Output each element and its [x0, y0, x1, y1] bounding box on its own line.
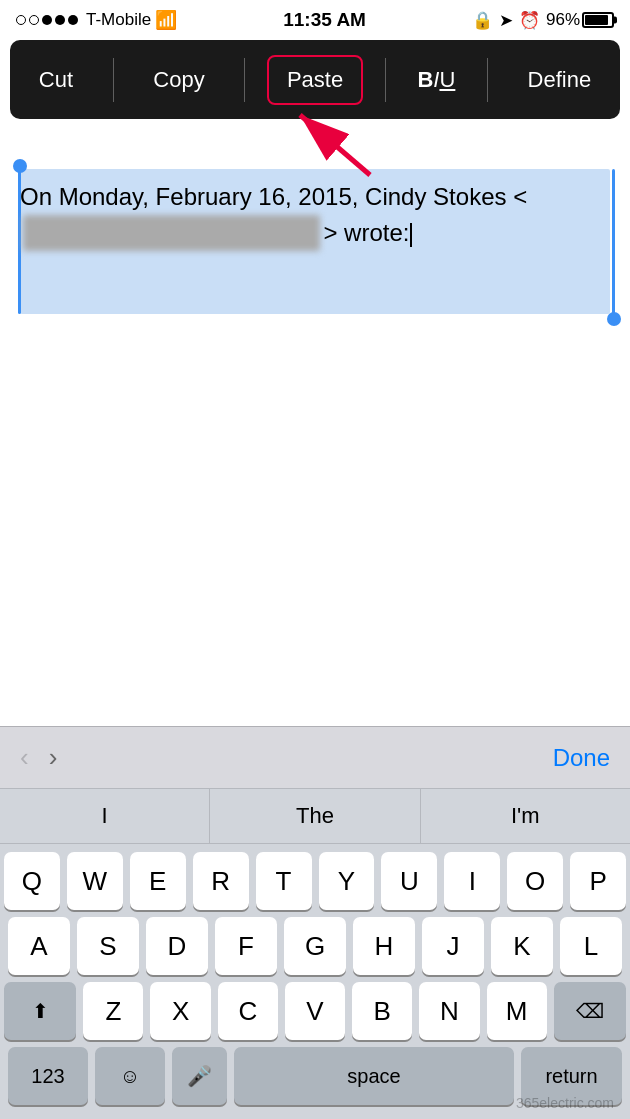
- done-button[interactable]: Done: [553, 744, 610, 772]
- battery-body: [582, 12, 614, 28]
- location-icon: ➤: [499, 10, 513, 31]
- key-h[interactable]: H: [353, 917, 415, 975]
- key-q[interactable]: Q: [4, 852, 60, 910]
- dot2: [29, 15, 39, 25]
- microphone-button[interactable]: 🎤: [172, 1047, 227, 1105]
- prev-arrow-button[interactable]: ‹: [20, 742, 29, 773]
- battery-fill: [585, 15, 608, 25]
- dot1: [16, 15, 26, 25]
- numbers-button[interactable]: 123: [8, 1047, 88, 1105]
- wifi-icon: 📶: [155, 9, 177, 31]
- keyboard-container: ‹ › Done I The I'm Q W E R T Y U I O P A…: [0, 726, 630, 1119]
- autocomplete-i[interactable]: I: [0, 789, 209, 843]
- key-i[interactable]: I: [444, 852, 500, 910]
- battery-indicator: 96%: [546, 10, 614, 30]
- key-c[interactable]: C: [218, 982, 278, 1040]
- next-arrow-button[interactable]: ›: [49, 742, 58, 773]
- key-f[interactable]: F: [215, 917, 277, 975]
- key-d[interactable]: D: [146, 917, 208, 975]
- battery-percent: 96%: [546, 10, 580, 30]
- key-e[interactable]: E: [130, 852, 186, 910]
- arrow-annotation: [270, 95, 390, 189]
- copy-button[interactable]: Copy: [135, 57, 222, 103]
- key-p[interactable]: P: [570, 852, 626, 910]
- key-row-1: Q W E R T Y U I O P: [4, 852, 626, 910]
- keyboard-toolbar: ‹ › Done: [0, 726, 630, 788]
- key-w[interactable]: W: [67, 852, 123, 910]
- space-button[interactable]: space: [234, 1047, 514, 1105]
- key-r[interactable]: R: [193, 852, 249, 910]
- key-z[interactable]: Z: [83, 982, 143, 1040]
- biu-button[interactable]: BIU: [407, 57, 465, 103]
- blurred-email: cindy.stokes@example.com: [23, 215, 320, 251]
- divider-4: [487, 58, 488, 102]
- bold-label: B: [417, 67, 433, 92]
- key-o[interactable]: O: [507, 852, 563, 910]
- cursor-right: [612, 169, 615, 314]
- key-k[interactable]: K: [491, 917, 553, 975]
- autocomplete-im[interactable]: I'm: [420, 789, 630, 843]
- alarm-icon: ⏰: [519, 10, 540, 31]
- backspace-button[interactable]: ⌫: [554, 982, 626, 1040]
- status-time: 11:35 AM: [283, 9, 366, 31]
- keyboard-rows: Q W E R T Y U I O P A S D F G H J K L ⬆ …: [0, 844, 630, 1119]
- email-content: On Monday, February 16, 2015, Cindy Stok…: [20, 179, 610, 251]
- key-j[interactable]: J: [422, 917, 484, 975]
- lock-icon: 🔒: [472, 10, 493, 31]
- carrier-label: T-Mobile: [86, 10, 151, 30]
- autocomplete-the[interactable]: The: [209, 789, 419, 843]
- divider-1: [113, 58, 114, 102]
- email-text-main: On Monday, February 16, 2015, Cindy Stok…: [20, 183, 527, 246]
- toolbar-nav: ‹ ›: [20, 742, 57, 773]
- key-n[interactable]: N: [419, 982, 479, 1040]
- watermark: 365electric.com: [516, 1095, 614, 1111]
- key-row-3: ⬆ Z X C V B N M ⌫: [4, 982, 626, 1040]
- key-y[interactable]: Y: [319, 852, 375, 910]
- define-button[interactable]: Define: [510, 57, 610, 103]
- text-cursor: [410, 223, 412, 247]
- emoji-button[interactable]: ☺: [95, 1047, 165, 1105]
- key-g[interactable]: G: [284, 917, 346, 975]
- autocomplete-bar: I The I'm: [0, 788, 630, 844]
- shift-button[interactable]: ⬆: [4, 982, 76, 1040]
- svg-line-1: [300, 115, 370, 175]
- key-v[interactable]: V: [285, 982, 345, 1040]
- divider-2: [244, 58, 245, 102]
- key-b[interactable]: B: [352, 982, 412, 1040]
- underline-label: U: [439, 67, 455, 92]
- key-m[interactable]: M: [487, 982, 547, 1040]
- status-bar: T-Mobile 📶 11:35 AM 🔒 ➤ ⏰ 96%: [0, 0, 630, 40]
- key-s[interactable]: S: [77, 917, 139, 975]
- key-a[interactable]: A: [8, 917, 70, 975]
- key-row-2: A S D F G H J K L: [4, 917, 626, 975]
- status-right: 🔒 ➤ ⏰ 96%: [472, 10, 614, 31]
- key-l[interactable]: L: [560, 917, 622, 975]
- key-t[interactable]: T: [256, 852, 312, 910]
- cut-button[interactable]: Cut: [21, 57, 91, 103]
- dot3: [42, 15, 52, 25]
- dot4: [55, 15, 65, 25]
- key-u[interactable]: U: [381, 852, 437, 910]
- dot5: [68, 15, 78, 25]
- status-left: T-Mobile 📶: [16, 9, 177, 31]
- signal-dots: [16, 15, 78, 25]
- key-x[interactable]: X: [150, 982, 210, 1040]
